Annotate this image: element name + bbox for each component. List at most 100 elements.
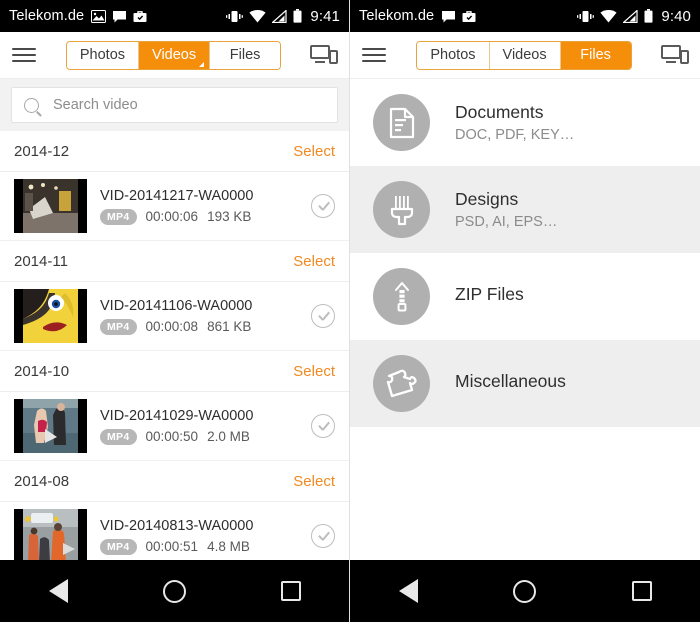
document-icon (373, 94, 430, 151)
list-item-documents[interactable]: Documents DOC, PDF, KEY… (350, 79, 700, 166)
carrier-label: Telekom.de (9, 8, 85, 24)
video-name: VID-20141217-WA0000 (100, 187, 254, 204)
video-thumbnail[interactable] (14, 179, 87, 233)
category-text: Miscellaneous (430, 371, 566, 396)
table-row[interactable]: VID-20141217-WA0000 MP4 00:00:06 193 KB (0, 172, 349, 241)
video-size: 193 KB (207, 209, 252, 224)
video-name: VID-20140813-WA0000 (100, 517, 254, 534)
video-list[interactable]: 2014-12 Select VID-20141217-WA0000 MP4 0… (0, 131, 349, 560)
hamburger-icon[interactable] (361, 45, 387, 65)
paintbrush-icon (373, 181, 430, 238)
format-badge: MP4 (100, 318, 137, 335)
format-badge: MP4 (100, 538, 137, 555)
format-badge: MP4 (100, 428, 137, 445)
category-title: Documents (455, 102, 544, 122)
list-item-designs[interactable]: Designs PSD, AI, EPS… (350, 166, 700, 253)
table-row[interactable]: VID-20140813-WA0000 MP4 00:00:51 4.8 MB (0, 502, 349, 560)
puzzle-piece-icon (373, 355, 430, 412)
status-system-icons (226, 8, 302, 23)
video-duration: 00:00:51 (145, 539, 199, 554)
list-item-zip-files[interactable]: ZIP Files (350, 253, 700, 340)
group-header: 2014-08 Select (0, 461, 349, 502)
video-name: VID-20141029-WA0000 (100, 407, 254, 424)
select-button[interactable]: Select (293, 143, 335, 160)
video-duration: 00:00:06 (145, 209, 199, 224)
group-date: 2014-11 (14, 252, 68, 270)
video-name: VID-20141106-WA0000 (100, 297, 253, 314)
video-info: VID-20140813-WA0000 MP4 00:00:51 4.8 MB (87, 518, 311, 555)
signal-icon (622, 8, 638, 23)
tab-files[interactable]: Files (560, 41, 631, 69)
video-info: VID-20141106-WA0000 MP4 00:00:08 861 KB (87, 298, 311, 335)
select-button[interactable]: Select (293, 363, 335, 380)
screenshot-icon (91, 9, 107, 23)
tab-bar-right: Photos Videos Files (416, 40, 632, 70)
select-button[interactable]: Select (293, 473, 335, 490)
back-icon[interactable] (34, 569, 82, 613)
right-phone-screen: Telekom.de 9:40 Photos Videos Files Docu… (350, 0, 700, 622)
tab-files[interactable]: Files (210, 41, 281, 69)
briefcase-icon (462, 10, 476, 23)
group-header: 2014-10 Select (0, 351, 349, 392)
battery-icon (644, 9, 653, 23)
recents-icon[interactable] (267, 569, 315, 613)
carrier-label: Telekom.de (359, 8, 435, 24)
group-date: 2014-12 (14, 142, 70, 160)
signal-icon (271, 8, 287, 23)
cast-devices-icon[interactable] (309, 44, 338, 66)
home-icon[interactable] (150, 569, 198, 613)
video-size: 4.8 MB (207, 539, 250, 554)
app-header-right: Photos Videos Files (350, 32, 700, 79)
category-text: Documents DOC, PDF, KEY… (430, 102, 574, 143)
video-thumbnail[interactable] (14, 509, 87, 560)
category-subtitle: PSD, AI, EPS… (455, 214, 558, 230)
tab-videos[interactable]: Videos (489, 41, 561, 69)
table-row[interactable]: VID-20141106-WA0000 MP4 00:00:08 861 KB (0, 282, 349, 351)
group-header: 2014-12 Select (0, 131, 349, 172)
dual-screenshot: Telekom.de 9:41 Photos Videos Files Sear… (0, 0, 700, 622)
tab-bar-left: Photos Videos Files (65, 40, 282, 70)
select-button[interactable]: Select (293, 253, 335, 270)
android-nav-bar-right (350, 560, 700, 622)
search-input[interactable]: Search video (11, 87, 338, 123)
video-thumbnail[interactable] (14, 399, 87, 453)
category-text: ZIP Files (430, 284, 524, 309)
file-category-list[interactable]: Documents DOC, PDF, KEY… Designs PSD, AI… (350, 79, 700, 560)
wifi-icon (600, 9, 617, 23)
list-item-miscellaneous[interactable]: Miscellaneous (350, 340, 700, 427)
category-text: Designs PSD, AI, EPS… (430, 189, 557, 230)
tab-photos[interactable]: Photos (417, 41, 490, 69)
tab-videos[interactable]: Videos (139, 41, 211, 69)
cast-devices-icon[interactable] (660, 44, 689, 66)
video-meta: MP4 00:00:51 4.8 MB (100, 538, 311, 555)
select-checkmark-icon[interactable] (311, 194, 335, 218)
category-title: Designs (455, 189, 519, 209)
hamburger-icon[interactable] (11, 45, 37, 65)
tab-photos[interactable]: Photos (66, 41, 140, 69)
home-icon[interactable] (501, 569, 549, 613)
search-icon (24, 97, 39, 113)
format-badge: MP4 (100, 208, 137, 225)
group-header: 2014-11 Select (0, 241, 349, 282)
battery-icon (293, 9, 302, 23)
video-info: VID-20141029-WA0000 MP4 00:00:50 2.0 MB (87, 408, 311, 445)
video-thumbnail[interactable] (14, 289, 87, 343)
status-system-icons (577, 8, 653, 23)
vibrate-icon (577, 10, 595, 23)
status-time: 9:40 (661, 7, 691, 25)
status-bar-left: Telekom.de 9:41 (0, 0, 349, 32)
status-notification-icons (441, 10, 476, 23)
briefcase-icon (133, 10, 147, 23)
back-icon[interactable] (384, 569, 432, 613)
table-row[interactable]: VID-20141029-WA0000 MP4 00:00:50 2.0 MB (0, 392, 349, 461)
message-icon (441, 10, 456, 23)
category-subtitle: DOC, PDF, KEY… (455, 127, 575, 143)
category-title: ZIP Files (455, 284, 524, 304)
video-meta: MP4 00:00:08 861 KB (100, 318, 311, 335)
left-phone-screen: Telekom.de 9:41 Photos Videos Files Sear… (0, 0, 350, 622)
recents-icon[interactable] (618, 569, 666, 613)
select-checkmark-icon[interactable] (311, 414, 335, 438)
select-checkmark-icon[interactable] (311, 304, 335, 328)
video-meta: MP4 00:00:50 2.0 MB (100, 428, 311, 445)
select-checkmark-icon[interactable] (311, 524, 335, 548)
